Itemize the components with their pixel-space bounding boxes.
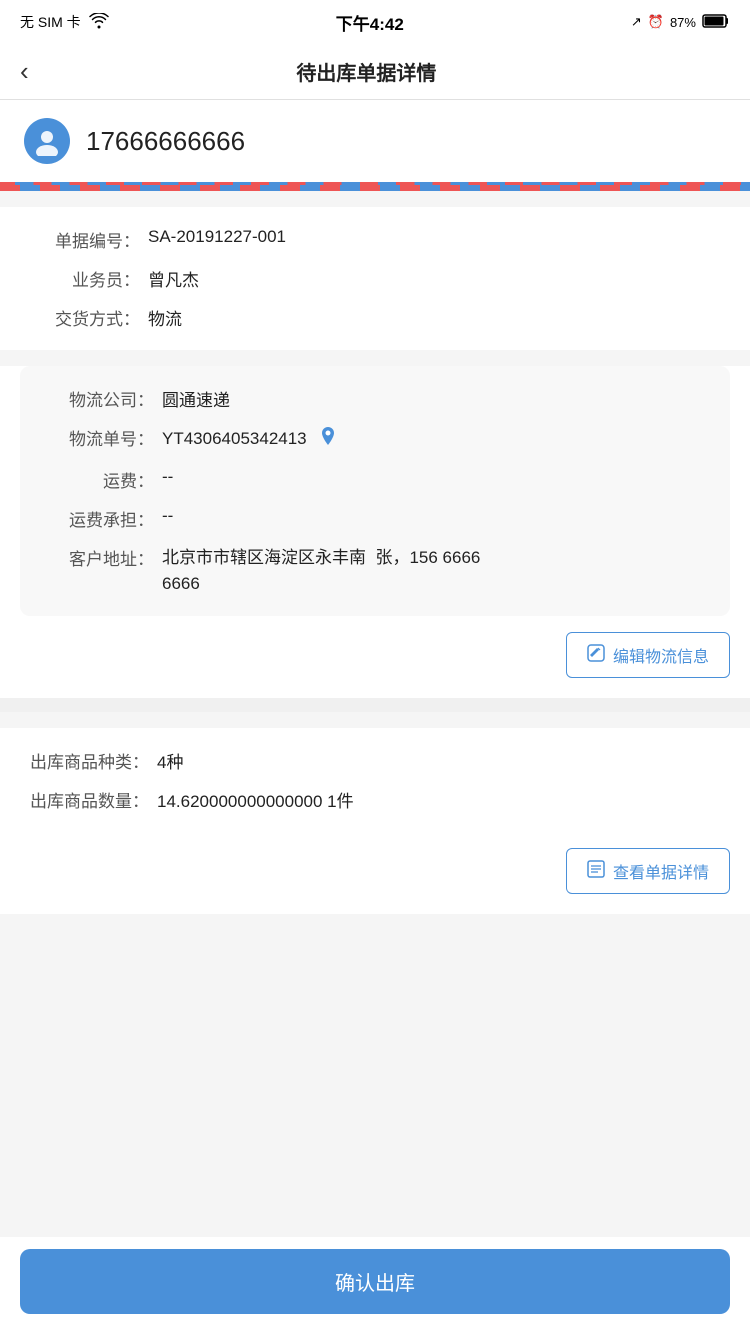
view-detail-button[interactable]: 查看单据详情 — [566, 848, 730, 894]
agent-value: 曾凡杰 — [148, 266, 720, 291]
page-title: 待出库单据详情 — [49, 57, 684, 86]
edit-btn-row: 编辑物流信息 — [0, 616, 750, 698]
logistics-order-value: YT4306405342413 — [162, 425, 706, 453]
status-bar: 无 SIM 卡 下午4:42 ↗ ⏰ 87% — [0, 0, 750, 44]
alarm-icon: ⏰ — [648, 14, 664, 30]
delivery-row: 交货方式： 物流 — [30, 305, 720, 330]
sim-label: 无 SIM 卡 — [20, 12, 81, 32]
goods-quantity-value: 14.620000000000000 1件 — [157, 787, 720, 812]
document-label: 单据编号： — [30, 227, 140, 252]
goods-types-label: 出库商品种类： — [30, 748, 149, 773]
decorative-divider — [0, 185, 750, 191]
document-value: SA-20191227-001 — [148, 227, 720, 247]
status-right: ↗ ⏰ 87% — [631, 13, 730, 32]
freight-bear-value: -- — [162, 506, 706, 526]
battery-icon — [702, 13, 730, 32]
address-text: 北京市市辖区海淀区永丰南 张，156 66666666 — [162, 545, 480, 596]
freight-bear-row: 运费承担： -- — [44, 506, 706, 531]
status-left: 无 SIM 卡 — [20, 12, 109, 32]
basic-info-section: 单据编号： SA-20191227-001 业务员： 曾凡杰 交货方式： 物流 — [0, 207, 750, 350]
goods-quantity-label: 出库商品数量： — [30, 787, 149, 812]
confirm-outbound-button[interactable]: 确认出库 — [20, 1249, 730, 1314]
status-time: 下午4:42 — [336, 10, 404, 35]
logistics-company-value: 圆通速递 — [162, 386, 706, 411]
goods-quantity-row: 出库商品数量： 14.620000000000000 1件 — [30, 787, 720, 812]
back-button[interactable]: ‹ — [20, 56, 29, 87]
user-phone: 17666666666 — [86, 126, 245, 157]
location-status-icon: ↗ — [631, 14, 642, 30]
freight-row: 运费： -- — [44, 467, 706, 492]
order-number-text: YT4306405342413 — [162, 429, 307, 449]
delivery-value: 物流 — [148, 305, 720, 330]
goods-section: 出库商品种类： 4种 出库商品数量： 14.620000000000000 1件 — [0, 728, 750, 832]
user-header: 17666666666 — [0, 100, 750, 185]
logistics-company-label: 物流公司： — [44, 386, 154, 411]
battery-percent: 87% — [670, 15, 696, 30]
agent-label: 业务员： — [30, 266, 140, 291]
logistics-wrapper: 物流公司： 圆通速递 物流单号： YT4306405342413 运费： -- … — [0, 366, 750, 698]
address-row: 客户地址： 北京市市辖区海淀区永丰南 张，156 66666666 — [44, 545, 706, 596]
nav-bar: ‹ 待出库单据详情 — [0, 44, 750, 100]
view-detail-label: 查看单据详情 — [613, 859, 709, 883]
logistics-order-label: 物流单号： — [44, 425, 154, 450]
empty-space — [0, 914, 750, 1074]
section-divider-1 — [0, 698, 750, 712]
goods-types-value: 4种 — [157, 748, 720, 773]
freight-bear-label: 运费承担： — [44, 506, 154, 531]
address-value: 北京市市辖区海淀区永丰南 张，156 66666666 — [162, 545, 706, 596]
address-label: 客户地址： — [44, 545, 154, 570]
edit-logistics-button[interactable]: 编辑物流信息 — [566, 632, 730, 678]
freight-value: -- — [162, 467, 706, 487]
logistics-company-row: 物流公司： 圆通速递 — [44, 386, 706, 411]
freight-label: 运费： — [44, 467, 154, 492]
edit-icon — [587, 644, 605, 667]
avatar — [24, 118, 70, 164]
map-pin-icon[interactable] — [317, 425, 339, 453]
logistics-order-row: 物流单号： YT4306405342413 — [44, 425, 706, 453]
document-row: 单据编号： SA-20191227-001 — [30, 227, 720, 252]
view-detail-row: 查看单据详情 — [0, 832, 750, 914]
bottom-bar: 确认出库 — [0, 1237, 750, 1334]
list-icon — [587, 860, 605, 883]
goods-types-row: 出库商品种类： 4种 — [30, 748, 720, 773]
wifi-icon — [89, 13, 109, 32]
edit-btn-label: 编辑物流信息 — [613, 643, 709, 667]
agent-row: 业务员： 曾凡杰 — [30, 266, 720, 291]
logistics-card: 物流公司： 圆通速递 物流单号： YT4306405342413 运费： -- … — [20, 366, 730, 616]
delivery-label: 交货方式： — [30, 305, 140, 330]
